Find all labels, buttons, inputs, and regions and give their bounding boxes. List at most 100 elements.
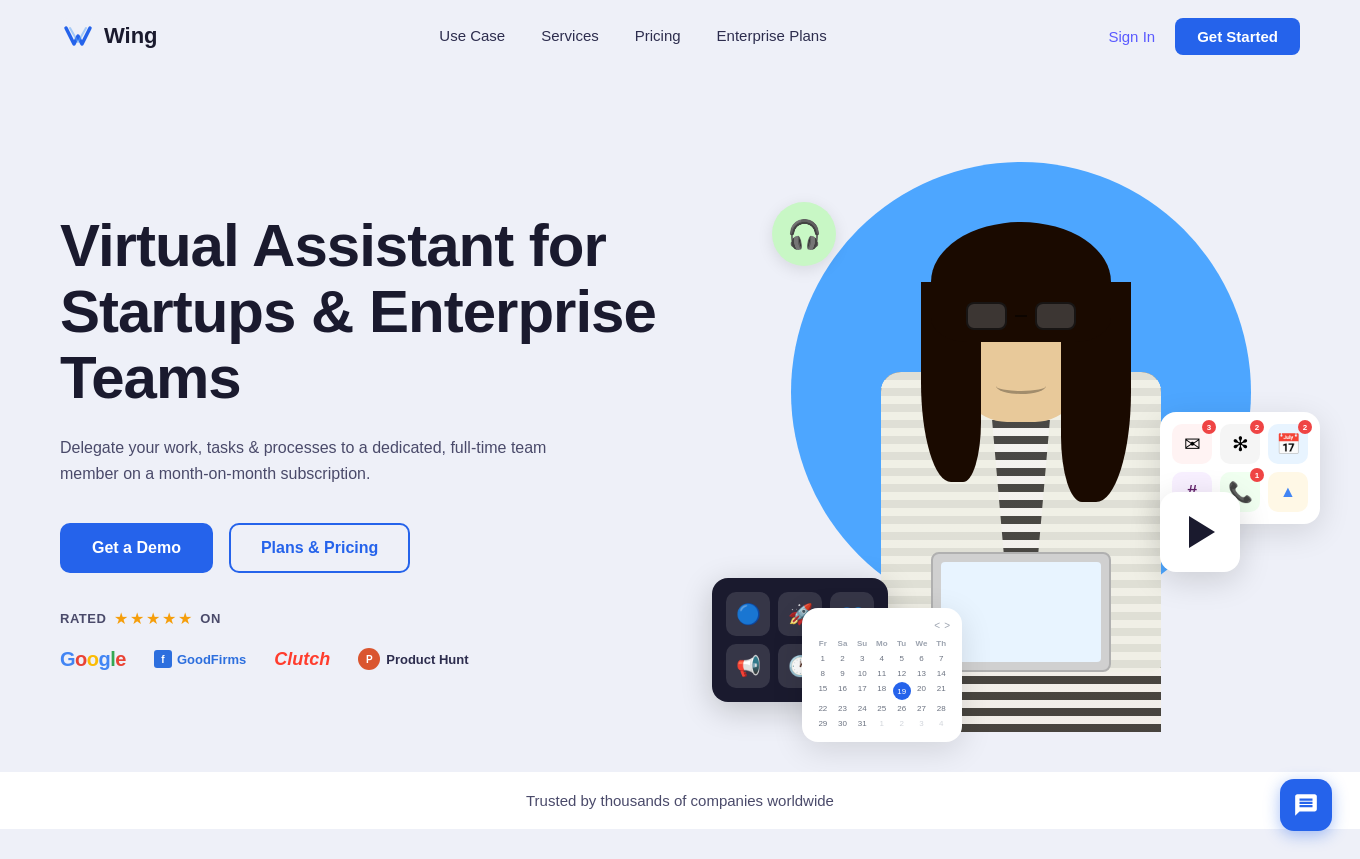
screen-content (941, 562, 1101, 662)
nav-services[interactable]: Services (541, 27, 599, 44)
nav-links: Use Case Services Pricing Enterprise Pla… (439, 27, 826, 45)
navbar: Wing Use Case Services Pricing Enterpris… (0, 0, 1360, 72)
cal-d26: 26 (893, 702, 911, 715)
ph-icon: P (358, 648, 380, 670)
cal-d4: 4 (873, 652, 891, 665)
cal-d2: 2 (834, 652, 852, 665)
clutch-logo: Clutch (274, 649, 330, 670)
hero-title: Virtual Assistant for Startups & Enterpr… (60, 213, 742, 411)
cal-d29: 29 (814, 717, 832, 730)
cal-hdr-mo: Mo (873, 637, 891, 650)
social-proof-row: Google f GoodFirms Clutch P Product Hunt (60, 648, 742, 671)
cal-d12: 12 (893, 667, 911, 680)
cal-d31: 31 (853, 717, 871, 730)
calendar-header: < > (814, 620, 950, 631)
nav-enterprise[interactable]: Enterprise Plans (717, 27, 827, 44)
cal-d21: 21 (932, 682, 950, 700)
chat-icon (1293, 792, 1319, 818)
goodfirms-logo: f GoodFirms (154, 650, 246, 668)
logo[interactable]: Wing (60, 18, 158, 54)
gmail-badge: 3 (1202, 420, 1216, 434)
cal-next[interactable]: > (944, 620, 950, 631)
cal-d20: 20 (913, 682, 931, 700)
task-icon-1: 🔵 (726, 592, 770, 636)
nav-pricing[interactable]: Pricing (635, 27, 681, 44)
hero-left: Virtual Assistant for Startups & Enterpr… (60, 213, 742, 670)
cal-d13: 13 (913, 667, 931, 680)
calendar-badge: 2 (1298, 420, 1312, 434)
cal-d25: 25 (873, 702, 891, 715)
cal-d18: 18 (873, 682, 891, 700)
goodfirms-icon: f (154, 650, 172, 668)
nav-use-case[interactable]: Use Case (439, 27, 505, 44)
star-rating: ★ ★ ★ ★ ★ (114, 609, 192, 628)
glasses-frames (966, 302, 1076, 330)
rated-on: ON (200, 611, 221, 626)
trusted-text: Trusted by thousands of companies worldw… (60, 792, 1300, 809)
chat-button[interactable] (1280, 779, 1332, 831)
nav-right: Sign In Get Started (1108, 18, 1300, 55)
logo-text: Wing (104, 23, 158, 49)
drive-icon: ▲ (1268, 472, 1308, 512)
cal-d19-highlighted[interactable]: 19 (893, 682, 911, 700)
gmail-icon: ✉ 3 (1172, 424, 1212, 464)
cal-hdr-tu: Tu (893, 637, 911, 650)
cal-hdr-fr: Fr (814, 637, 832, 650)
cal-d8: 8 (814, 667, 832, 680)
notion-badge: 2 (1250, 420, 1264, 434)
star-2: ★ (130, 609, 144, 628)
ph-text: Product Hunt (386, 652, 468, 667)
task-icon-4: 📢 (726, 644, 770, 688)
hero-right: ✋ 🎧 ✉ 3 ✻ 2 📅 2 # 📞 1 (742, 112, 1300, 772)
phone-badge: 1 (1250, 468, 1264, 482)
cal-d3: 3 (853, 652, 871, 665)
play-triangle-icon (1189, 516, 1215, 548)
star-5: ★ (178, 609, 192, 628)
cal-d30: 30 (834, 717, 852, 730)
cal-d35: 4 (932, 717, 950, 730)
video-play-button[interactable] (1160, 492, 1240, 572)
cal-hdr-su: Su (853, 637, 871, 650)
cal-d9: 9 (834, 667, 852, 680)
calendar-grid: Fr Sa Su Mo Tu We Th 1 2 3 4 5 6 7 8 9 1… (814, 637, 950, 730)
google-logo: Google (60, 648, 126, 671)
cal-d15: 15 (814, 682, 832, 700)
get-started-button[interactable]: Get Started (1175, 18, 1300, 55)
star-4: ★ (162, 609, 176, 628)
cal-d16: 16 (834, 682, 852, 700)
glass-bridge (1015, 315, 1026, 317)
cal-d10: 10 (853, 667, 871, 680)
star-1: ★ (114, 609, 128, 628)
hero-subtitle: Delegate your work, tasks & processes to… (60, 435, 580, 486)
cal-d27: 27 (913, 702, 931, 715)
producthunt-logo: P Product Hunt (358, 648, 468, 670)
cal-d23: 23 (834, 702, 852, 715)
ratings-row: RATED ★ ★ ★ ★ ★ ON (60, 609, 742, 628)
cal-d14: 14 (932, 667, 950, 680)
person-head (941, 252, 1101, 442)
calendar-card: < > Fr Sa Su Mo Tu We Th 1 2 3 4 5 6 7 8… (802, 608, 962, 742)
cal-hdr-th: Th (932, 637, 950, 650)
signin-link[interactable]: Sign In (1108, 28, 1155, 45)
notion-icon: ✻ 2 (1220, 424, 1260, 464)
hero-buttons: Get a Demo Plans & Pricing (60, 523, 742, 573)
cal-d1: 1 (814, 652, 832, 665)
rated-label: RATED (60, 611, 106, 626)
cal-d32: 1 (873, 717, 891, 730)
cal-hdr-sa: Sa (834, 637, 852, 650)
cal-d5: 5 (893, 652, 911, 665)
cal-d34: 3 (913, 717, 931, 730)
star-3: ★ (146, 609, 160, 628)
bottom-strip: Trusted by thousands of companies worldw… (0, 772, 1360, 829)
glass-left (966, 302, 1007, 330)
cal-d6: 6 (913, 652, 931, 665)
cal-prev[interactable]: < (934, 620, 940, 631)
calendar-app-icon: 📅 2 (1268, 424, 1308, 464)
pricing-button[interactable]: Plans & Pricing (229, 523, 410, 573)
cal-d11: 11 (873, 667, 891, 680)
hero-section: Virtual Assistant for Startups & Enterpr… (0, 72, 1360, 772)
goodfirms-text: GoodFirms (177, 652, 246, 667)
glasses (966, 302, 1076, 332)
demo-button[interactable]: Get a Demo (60, 523, 213, 573)
cal-d28: 28 (932, 702, 950, 715)
